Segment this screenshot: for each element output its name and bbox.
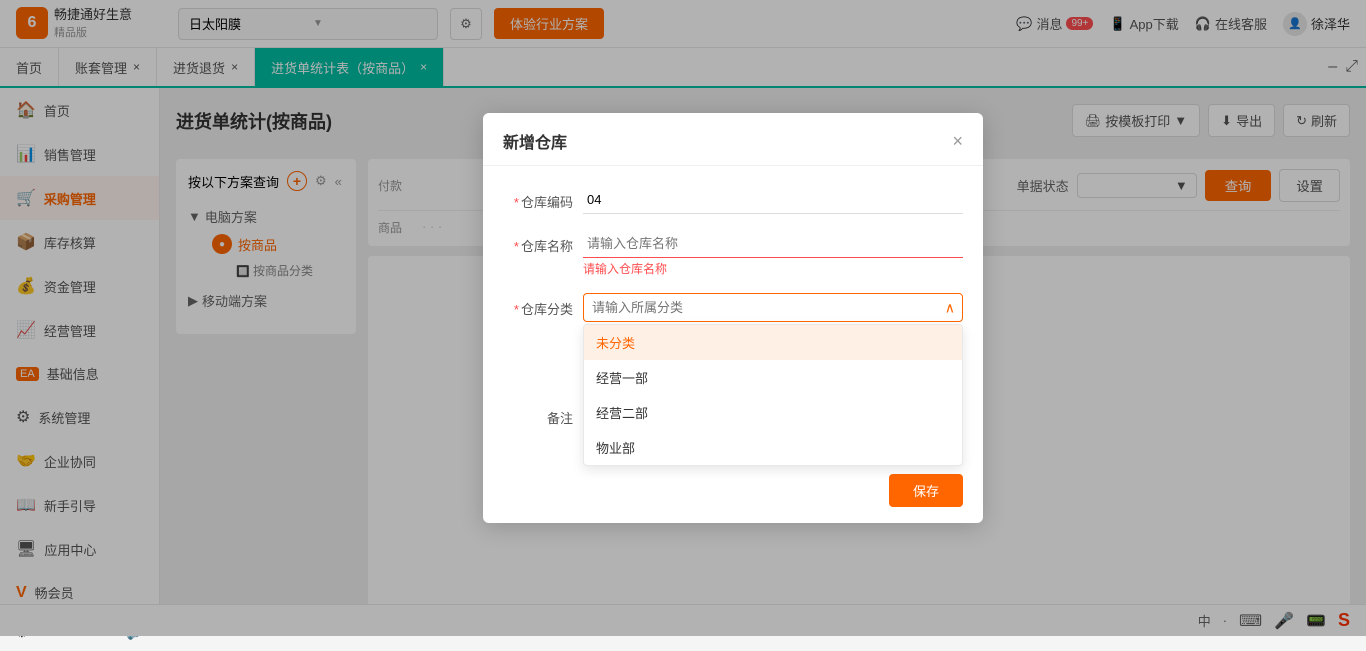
- category-input[interactable]: [583, 293, 963, 322]
- code-field-wrapper: [583, 186, 963, 214]
- code-input[interactable]: [583, 186, 963, 214]
- form-row-category: 仓库分类 ∧ 未分类 经营一部 经营二部 物业部: [503, 293, 963, 322]
- name-input[interactable]: [583, 230, 963, 258]
- form-row-name: 仓库名称 请输入仓库名称: [503, 230, 963, 277]
- dropdown-item-property[interactable]: 物业部: [584, 430, 962, 465]
- dialog-header: 新增仓库 ×: [483, 113, 983, 166]
- category-select-wrapper: ∧ 未分类 经营一部 经营二部 物业部: [583, 293, 963, 322]
- dialog-body: 仓库编码 仓库名称 请输入仓库名称 仓库分类 ∧ 未分类 经营一部: [483, 166, 983, 462]
- dropdown-item-uncategorized[interactable]: 未分类: [584, 325, 962, 360]
- name-field-wrapper: 请输入仓库名称: [583, 230, 963, 277]
- add-warehouse-dialog: 新增仓库 × 仓库编码 仓库名称 请输入仓库名称 仓库分类 ∧: [483, 113, 983, 523]
- dialog-close-button[interactable]: ×: [952, 131, 963, 152]
- category-dropdown: 未分类 经营一部 经营二部 物业部: [583, 324, 963, 466]
- category-label: 仓库分类: [503, 293, 583, 318]
- dialog-title: 新增仓库: [503, 129, 567, 153]
- name-label: 仓库名称: [503, 230, 583, 255]
- form-row-code: 仓库编码: [503, 186, 963, 214]
- dialog-footer: 保存: [483, 462, 983, 523]
- name-error-message: 请输入仓库名称: [583, 260, 963, 277]
- dropdown-item-dept2[interactable]: 经营二部: [584, 395, 962, 430]
- save-button[interactable]: 保存: [889, 474, 963, 507]
- code-label: 仓库编码: [503, 186, 583, 211]
- dropdown-item-dept1[interactable]: 经营一部: [584, 360, 962, 395]
- note-label: 备注: [503, 402, 583, 427]
